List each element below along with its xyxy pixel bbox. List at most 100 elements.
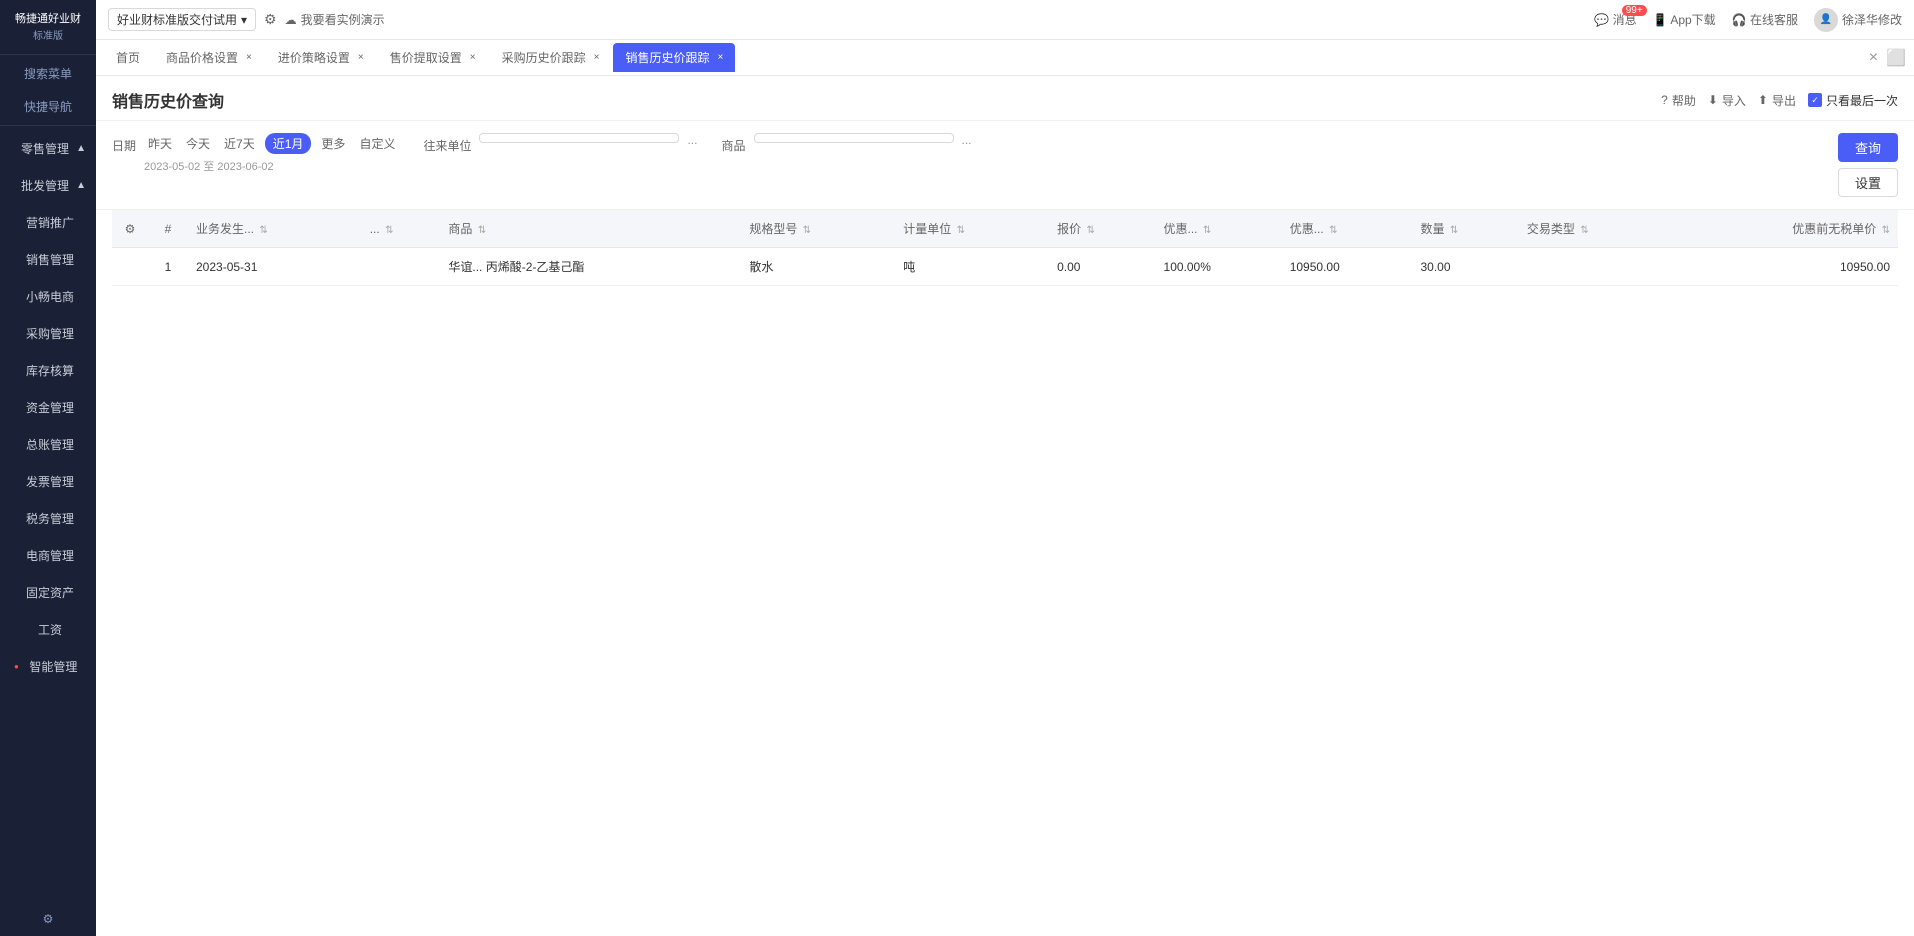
table-settings-icon: ⚙: [125, 222, 136, 236]
export-icon: ⬆: [1758, 93, 1768, 107]
messages-btn[interactable]: 💬 消息 99+: [1594, 11, 1636, 28]
source-more-btn[interactable]: ...: [687, 133, 697, 147]
settings-icon[interactable]: ⚙: [264, 11, 277, 28]
date-options: 昨天 今天 近7天 近1月 更多 自定义: [144, 133, 399, 154]
tab-selling-price-label: 售价提取设置: [390, 49, 462, 66]
col-header-settings[interactable]: ⚙: [112, 210, 148, 248]
date-range-display: 2023-05-02 至 2023-06-02: [144, 158, 399, 174]
tab-purchase-history[interactable]: 采购历史价跟踪 ×: [490, 43, 612, 72]
demo-link[interactable]: ☁ 我要看实例演示: [285, 11, 385, 28]
sidebar-item-invoice[interactable]: 发票管理: [0, 463, 96, 500]
col-header-discount1[interactable]: 优惠... ⇅: [1156, 210, 1282, 248]
sort-icon-quoted-price: ⇅: [1086, 225, 1094, 236]
col-header-product[interactable]: 商品 ⇅: [440, 210, 741, 248]
export-link[interactable]: ⬆ 导出: [1758, 92, 1796, 109]
row-trans-type: [1519, 248, 1673, 286]
sidebar-item-ledger[interactable]: 总账管理: [0, 426, 96, 463]
row-price-notax: 10950.00: [1673, 248, 1898, 286]
tabs-bar: 首页 商品价格设置 × 进价策略设置 × 售价提取设置 × 采购历史价跟踪 × …: [96, 40, 1914, 76]
product-more-btn[interactable]: ...: [962, 133, 972, 147]
sidebar-settings-btn[interactable]: ⚙: [0, 902, 96, 936]
sidebar-item-ecom-mgmt[interactable]: 电商管理: [0, 537, 96, 574]
topbar-left: 好业财标准版交付试用 ▾ ⚙ ☁ 我要看实例演示: [108, 8, 385, 31]
sidebar-item-retail[interactable]: 零售管理 ▲: [0, 130, 96, 167]
col-header-discount2[interactable]: 优惠... ⇅: [1282, 210, 1413, 248]
app-download-label: App下载: [1670, 13, 1715, 27]
col-header-unit[interactable]: 计量单位 ⇅: [895, 210, 1049, 248]
tab-purchase-strategy-close[interactable]: ×: [358, 52, 364, 63]
col-header-date[interactable]: 业务发生... ⇅: [188, 210, 362, 248]
setting-button[interactable]: 设置: [1838, 168, 1898, 197]
tab-purchase-history-close[interactable]: ×: [594, 52, 600, 63]
date-btn-more[interactable]: 更多: [317, 133, 349, 154]
sort-icon-price-notax: ⇅: [1882, 225, 1890, 236]
sidebar-item-ai[interactable]: ● 智能管理: [0, 648, 96, 685]
import-link[interactable]: ⬇ 导入: [1708, 92, 1746, 109]
message-icon: 💬: [1594, 13, 1609, 27]
table-container: ⚙ # 业务发生... ⇅ ... ⇅ 商品 ⇅: [96, 210, 1914, 286]
online-service-btn[interactable]: 🎧 在线客服: [1732, 11, 1798, 28]
tab-sales-history[interactable]: 销售历史价跟踪 ×: [613, 43, 735, 72]
date-options-container: 昨天 今天 近7天 近1月 更多 自定义 2023-05-02 至 2023-0…: [144, 133, 399, 174]
date-btn-custom[interactable]: 自定义: [355, 133, 399, 154]
tab-purchase-strategy-label: 进价策略设置: [278, 49, 350, 66]
row-unit: 吨: [895, 248, 1049, 286]
col-header-num: #: [148, 210, 188, 248]
only-last-checkbox[interactable]: 只看最后一次: [1808, 92, 1898, 109]
quick-nav[interactable]: 快捷导航: [0, 92, 96, 121]
sort-icon-discount1: ⇅: [1203, 225, 1211, 236]
tab-purchase-history-label: 采购历史价跟踪: [502, 49, 586, 66]
col-header-trans-type[interactable]: 交易类型 ⇅: [1519, 210, 1673, 248]
search-menu[interactable]: 搜索菜单: [0, 55, 96, 92]
demo-icon: ☁: [285, 13, 297, 27]
topbar-right: 💬 消息 99+ 📱 App下载 🎧 在线客服 👤 徐泽华修改: [1594, 8, 1902, 32]
sidebar-item-inventory[interactable]: 库存核算: [0, 352, 96, 389]
query-button[interactable]: 查询: [1838, 133, 1898, 162]
date-btn-yesterday[interactable]: 昨天: [144, 133, 176, 154]
product-filter-label: 商品: [721, 133, 745, 154]
user-profile-btn[interactable]: 👤 徐泽华修改: [1814, 8, 1902, 32]
col-header-more[interactable]: ... ⇅: [362, 210, 441, 248]
col-header-spec[interactable]: 规格型号 ⇅: [741, 210, 895, 248]
sort-icon-discount2: ⇅: [1329, 225, 1337, 236]
maximize-window-btn[interactable]: ⬜: [1886, 48, 1906, 68]
module-selector[interactable]: 好业财标准版交付试用 ▾: [108, 8, 256, 31]
only-last-label: 只看最后一次: [1826, 92, 1898, 109]
date-btn-1month[interactable]: 近1月: [265, 133, 312, 154]
tab-selling-price-close[interactable]: ×: [470, 52, 476, 63]
phone-icon: 📱: [1653, 13, 1668, 27]
table-row[interactable]: 1 2023-05-31 华谊... 丙烯酸-2-乙基己酯 散水 吨 0.00 …: [112, 248, 1898, 286]
topbar: 好业财标准版交付试用 ▾ ⚙ ☁ 我要看实例演示 💬 消息 99+ 📱 App下…: [96, 0, 1914, 40]
tab-purchase-strategy[interactable]: 进价策略设置 ×: [266, 43, 376, 72]
source-input[interactable]: [479, 133, 679, 143]
sidebar-item-wholesale[interactable]: 批发管理 ▲: [0, 167, 96, 204]
tab-product-price-close[interactable]: ×: [246, 52, 252, 63]
sidebar-item-capital[interactable]: 资金管理: [0, 389, 96, 426]
tab-home[interactable]: 首页: [104, 43, 152, 72]
col-header-quoted-price[interactable]: 报价 ⇅: [1049, 210, 1155, 248]
sidebar-item-purchase[interactable]: 采购管理: [0, 315, 96, 352]
tab-product-price[interactable]: 商品价格设置 ×: [154, 43, 264, 72]
date-btn-today[interactable]: 今天: [182, 133, 214, 154]
sidebar-item-tax[interactable]: 税务管理: [0, 500, 96, 537]
help-link[interactable]: ? 帮助: [1661, 92, 1696, 109]
avatar: 👤: [1814, 8, 1838, 32]
sidebar-item-assets[interactable]: 固定资产: [0, 574, 96, 611]
col-header-price-notax[interactable]: 优惠前无税单价 ⇅: [1673, 210, 1898, 248]
col-header-quantity[interactable]: 数量 ⇅: [1412, 210, 1518, 248]
sidebar-item-ecommerce[interactable]: 小畅电商: [0, 278, 96, 315]
close-window-btn[interactable]: ×: [1869, 49, 1878, 67]
import-icon: ⬇: [1708, 93, 1718, 107]
checkbox-icon: [1808, 93, 1822, 107]
product-input[interactable]: [754, 133, 954, 143]
sidebar-item-sales[interactable]: 销售管理: [0, 241, 96, 278]
tab-selling-price[interactable]: 售价提取设置 ×: [378, 43, 488, 72]
sidebar-item-salary[interactable]: 工资: [0, 611, 96, 648]
tab-sales-history-close[interactable]: ×: [717, 52, 723, 63]
sidebar-item-marketing[interactable]: 营销推广: [0, 204, 96, 241]
row-quantity: 30.00: [1412, 248, 1518, 286]
sort-icon-date: ⇅: [259, 225, 267, 236]
page-header: 销售历史价查询 ? 帮助 ⬇ 导入 ⬆ 导出 只看最后一次: [96, 76, 1914, 121]
date-btn-7days[interactable]: 近7天: [220, 133, 259, 154]
app-download-btn[interactable]: 📱 App下载: [1653, 11, 1716, 28]
